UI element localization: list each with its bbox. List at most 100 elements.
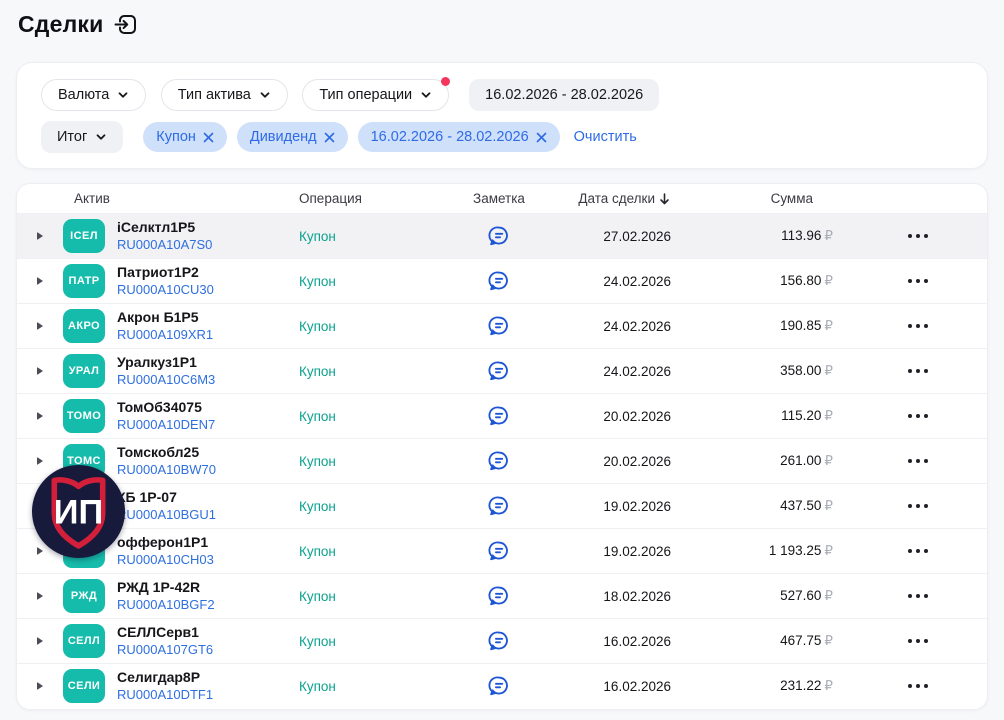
asset-cell[interactable]: ICEЛ iСелктл1Р5 RU000A10A7S0 bbox=[63, 219, 299, 254]
note-comment-icon[interactable] bbox=[488, 270, 510, 292]
asset-isin-link[interactable]: RU000A10C6M3 bbox=[117, 372, 215, 388]
note-comment-icon[interactable] bbox=[488, 450, 510, 472]
remove-chip-icon[interactable] bbox=[536, 132, 547, 143]
table-row[interactable]: РЖД РЖД 1Р-42R RU000A10BGF2 Купон 18.02.… bbox=[17, 573, 987, 618]
note-cell[interactable] bbox=[488, 315, 510, 337]
row-menu-button[interactable] bbox=[906, 633, 930, 649]
asset-isin-link[interactable]: RU000A10DTF1 bbox=[117, 687, 213, 703]
note-cell[interactable] bbox=[488, 540, 510, 562]
table-row[interactable]: СЕЛЛ СЕЛЛСерв1 RU000A107GT6 Купон 16.02.… bbox=[17, 618, 987, 663]
table-row[interactable]: офферон1Р1 RU000A10CH03 Купон 19.02.2026… bbox=[17, 528, 987, 573]
table-row[interactable]: УРАЛ Уралкуз1Р1 RU000A10C6M3 Купон 24.02… bbox=[17, 348, 987, 393]
currency-symbol: ₽ bbox=[824, 363, 833, 378]
currency-symbol: ₽ bbox=[824, 543, 833, 558]
filters-panel: Валюта Тип актива Тип операции 16.02.202… bbox=[16, 62, 988, 169]
note-cell[interactable] bbox=[488, 450, 510, 472]
expand-chevron-icon[interactable] bbox=[37, 637, 43, 645]
note-cell[interactable] bbox=[488, 675, 510, 697]
deal-amount: 437.50 ₽ bbox=[780, 498, 833, 513]
note-cell[interactable] bbox=[488, 495, 510, 517]
deal-amount: 156.80 ₽ bbox=[780, 273, 833, 288]
filter-chip[interactable]: Купон bbox=[143, 122, 227, 152]
filter-dropdown-button[interactable]: Тип операции bbox=[302, 77, 451, 111]
row-menu-button[interactable] bbox=[906, 498, 930, 514]
table-row[interactable]: ПАТР Патриот1Р2 RU000A10CU30 Купон 24.02… bbox=[17, 258, 987, 303]
note-comment-icon[interactable] bbox=[488, 495, 510, 517]
operation-type: Купон bbox=[299, 498, 336, 514]
row-menu-button[interactable] bbox=[906, 228, 930, 244]
operation-type: Купон bbox=[299, 678, 336, 694]
note-cell[interactable] bbox=[488, 630, 510, 652]
note-comment-icon[interactable] bbox=[488, 675, 510, 697]
asset-isin-link[interactable]: RU000A107GT6 bbox=[117, 642, 213, 658]
currency-symbol: ₽ bbox=[824, 228, 833, 243]
asset-cell[interactable]: СЕЛИ Селигдар8Р RU000A10DTF1 bbox=[63, 669, 299, 704]
row-menu-button[interactable] bbox=[906, 363, 930, 379]
note-comment-icon[interactable] bbox=[488, 405, 510, 427]
remove-chip-icon[interactable] bbox=[203, 132, 214, 143]
note-cell[interactable] bbox=[488, 360, 510, 382]
date-range-button[interactable]: 16.02.2026 - 28.02.2026 bbox=[469, 79, 660, 111]
note-comment-icon[interactable] bbox=[488, 540, 510, 562]
asset-cell[interactable]: ПАТР Патриот1Р2 RU000A10CU30 bbox=[63, 264, 299, 299]
note-comment-icon[interactable] bbox=[488, 630, 510, 652]
expand-chevron-icon[interactable] bbox=[37, 367, 43, 375]
expand-chevron-icon[interactable] bbox=[37, 322, 43, 330]
expand-chevron-icon[interactable] bbox=[37, 682, 43, 690]
row-menu-button[interactable] bbox=[906, 273, 930, 289]
total-dropdown-button[interactable]: Итог bbox=[41, 121, 124, 153]
note-cell[interactable] bbox=[488, 405, 510, 427]
filter-dropdown-button[interactable]: Валюта bbox=[41, 79, 147, 111]
currency-symbol: ₽ bbox=[824, 318, 833, 333]
note-cell[interactable] bbox=[488, 225, 510, 247]
row-menu-button[interactable] bbox=[906, 588, 930, 604]
asset-isin-link[interactable]: RU000A10BGF2 bbox=[117, 597, 215, 613]
table-row[interactable]: ICEЛ iСелктл1Р5 RU000A10A7S0 Купон 27.02… bbox=[17, 213, 987, 258]
asset-cell[interactable]: СЕЛЛ СЕЛЛСерв1 RU000A107GT6 bbox=[63, 624, 299, 659]
deal-amount: 1 193.25 ₽ bbox=[768, 543, 833, 558]
expand-chevron-icon[interactable] bbox=[37, 277, 43, 285]
table-row[interactable]: ТОМС Томскобл25 RU000A10BW70 Купон 20.02… bbox=[17, 438, 987, 483]
asset-name: КБ 1Р-07 bbox=[117, 488, 177, 505]
row-menu-button[interactable] bbox=[906, 453, 930, 469]
asset-isin-link[interactable]: RU000A10CU30 bbox=[117, 282, 214, 298]
note-comment-icon[interactable] bbox=[488, 225, 510, 247]
expand-chevron-icon[interactable] bbox=[37, 232, 43, 240]
table-row[interactable]: КБ 1Р-07 RU000A10BGU1 Купон 19.02.2026 4… bbox=[17, 483, 987, 528]
open-external-icon[interactable] bbox=[113, 11, 140, 38]
note-cell[interactable] bbox=[488, 585, 510, 607]
filter-chip[interactable]: 16.02.2026 - 28.02.2026 bbox=[357, 122, 560, 152]
expand-chevron-icon[interactable] bbox=[37, 592, 43, 600]
note-comment-icon[interactable] bbox=[488, 315, 510, 337]
asset-isin-link[interactable]: RU000A10BW70 bbox=[117, 462, 216, 478]
row-menu-button[interactable] bbox=[906, 408, 930, 424]
table-row[interactable]: ТОМО ТомОб34075 RU000A10DEN7 Купон 20.02… bbox=[17, 393, 987, 438]
note-comment-icon[interactable] bbox=[488, 360, 510, 382]
table-body: ICEЛ iСелктл1Р5 RU000A10A7S0 Купон 27.02… bbox=[17, 213, 987, 708]
remove-chip-icon[interactable] bbox=[324, 132, 335, 143]
filter-dropdown-button[interactable]: Тип актива bbox=[160, 79, 288, 111]
row-menu-button[interactable] bbox=[906, 678, 930, 694]
asset-isin-link[interactable]: RU000A10DEN7 bbox=[117, 417, 215, 433]
expand-chevron-icon[interactable] bbox=[37, 457, 43, 465]
asset-cell[interactable]: АКРО Акрон Б1Р5 RU000A109XR1 bbox=[63, 309, 299, 344]
column-header-date[interactable]: Дата сделки bbox=[578, 191, 689, 206]
row-menu-button[interactable] bbox=[906, 318, 930, 334]
filter-chip[interactable]: Дивиденд bbox=[236, 122, 348, 152]
note-cell[interactable] bbox=[488, 270, 510, 292]
asset-cell[interactable]: ТОМО ТомОб34075 RU000A10DEN7 bbox=[63, 399, 299, 434]
row-menu-button[interactable] bbox=[906, 543, 930, 559]
table-row[interactable]: СЕЛИ Селигдар8Р RU000A10DTF1 Купон 16.02… bbox=[17, 663, 987, 708]
total-dropdown-label: Итог bbox=[57, 129, 88, 145]
expand-chevron-icon[interactable] bbox=[37, 412, 43, 420]
asset-isin-link[interactable]: RU000A10CH03 bbox=[117, 552, 214, 568]
asset-cell[interactable]: РЖД РЖД 1Р-42R RU000A10BGF2 bbox=[63, 579, 299, 614]
asset-isin-link[interactable]: RU000A10BGU1 bbox=[117, 507, 216, 523]
note-comment-icon[interactable] bbox=[488, 585, 510, 607]
asset-isin-link[interactable]: RU000A10A7S0 bbox=[117, 237, 212, 253]
clear-filters-link[interactable]: Очистить bbox=[574, 129, 637, 145]
asset-cell[interactable]: УРАЛ Уралкуз1Р1 RU000A10C6M3 bbox=[63, 354, 299, 389]
table-row[interactable]: АКРО Акрон Б1Р5 RU000A109XR1 Купон 24.02… bbox=[17, 303, 987, 348]
asset-isin-link[interactable]: RU000A109XR1 bbox=[117, 327, 213, 343]
operation-type: Купон bbox=[299, 228, 336, 244]
